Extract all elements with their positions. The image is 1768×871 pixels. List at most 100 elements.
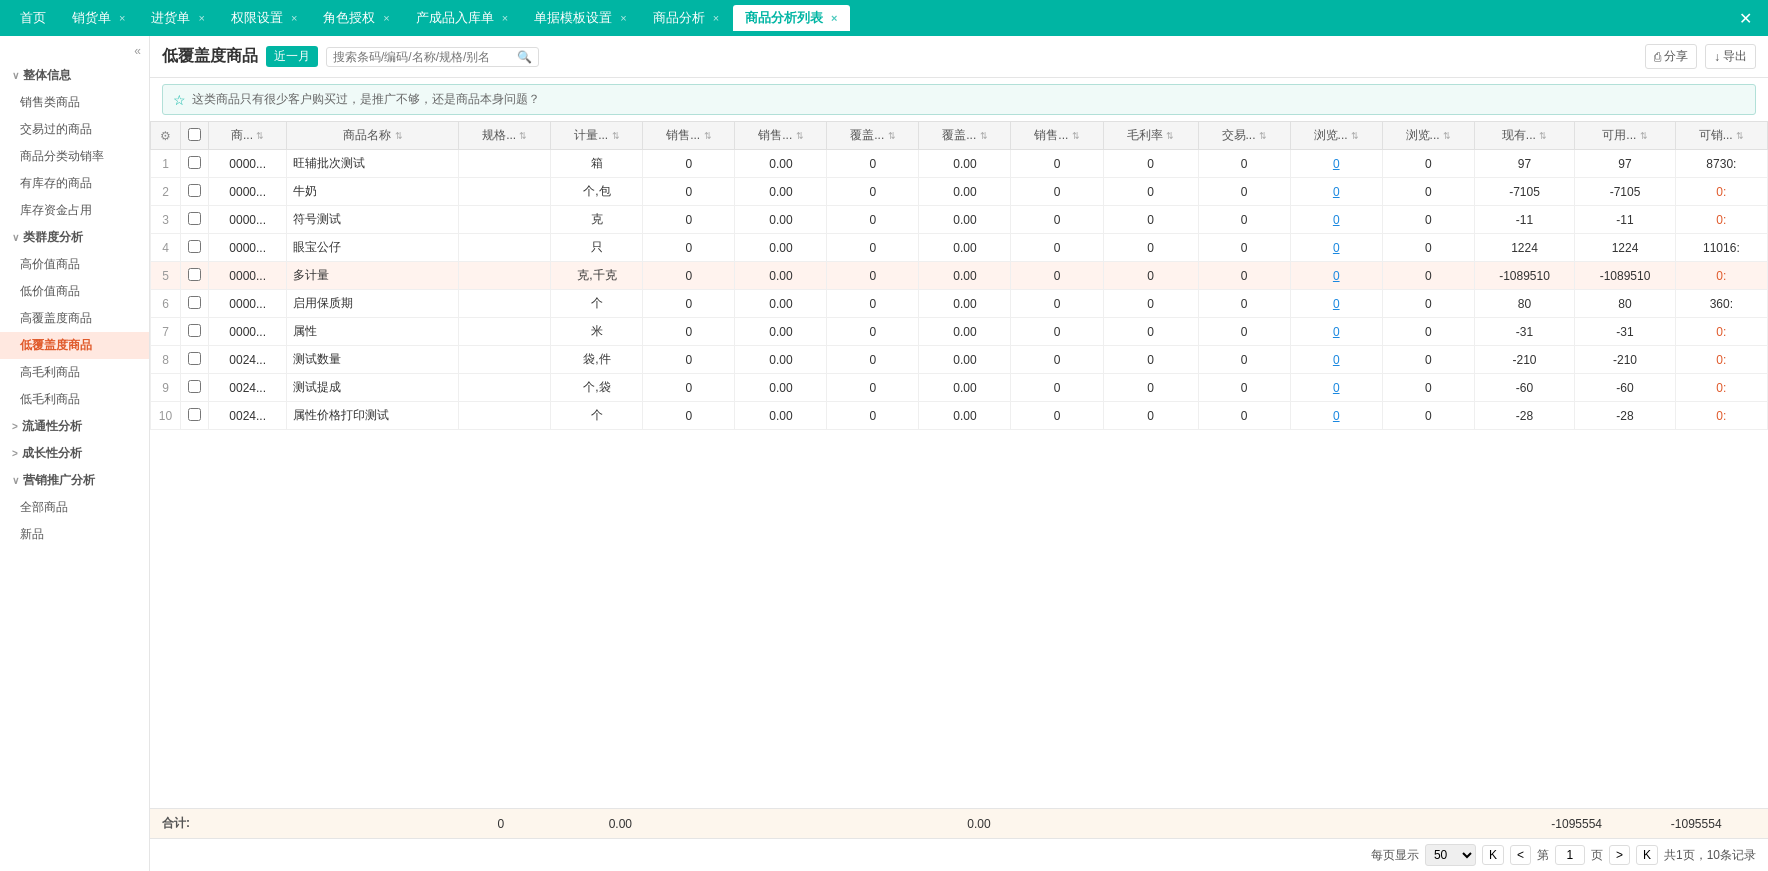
col-name[interactable]: 商品名称 ⇅ xyxy=(287,122,459,150)
close-icon[interactable]: × xyxy=(198,12,204,24)
nav-tab-analysis-list[interactable]: 商品分析列表 × xyxy=(733,5,849,31)
data-table: ⚙ 商... ⇅ 商品名称 ⇅ xyxy=(150,121,1768,430)
sidebar-item-high-value[interactable]: 高价值商品 xyxy=(0,251,149,278)
table-row: 100024...属性价格打印测试个00.0000.0000000-28-280… xyxy=(151,402,1768,430)
col-browse2[interactable]: 浏览... ⇅ xyxy=(1382,122,1474,150)
row-transaction: 0 xyxy=(1198,290,1290,318)
row-browse1[interactable]: 0 xyxy=(1290,234,1382,262)
period-button[interactable]: 近一月 xyxy=(266,46,318,67)
row-browse1[interactable]: 0 xyxy=(1290,346,1382,374)
col-transaction[interactable]: 交易... ⇅ xyxy=(1198,122,1290,150)
select-all-checkbox[interactable] xyxy=(188,128,201,141)
col-code[interactable]: 商... ⇅ xyxy=(209,122,287,150)
row-checkbox[interactable] xyxy=(188,212,201,225)
sidebar-item-stocked-goods[interactable]: 有库存的商品 xyxy=(0,170,149,197)
col-sales-amt[interactable]: 销售... ⇅ xyxy=(735,122,827,150)
sidebar-item-all-goods[interactable]: 全部商品 xyxy=(0,494,149,521)
col-saleable[interactable]: 可销... ⇅ xyxy=(1675,122,1767,150)
sidebar-item-category-rate[interactable]: 商品分类动销率 xyxy=(0,143,149,170)
export-button[interactable]: ↓ 导出 xyxy=(1705,44,1756,69)
sidebar-item-new-goods[interactable]: 新品 xyxy=(0,521,149,548)
close-icon[interactable]: × xyxy=(620,12,626,24)
sidebar-group-marketing[interactable]: ∨ 营销推广分析 xyxy=(0,467,149,494)
nav-tab-analysis[interactable]: 商品分析 × xyxy=(641,5,731,31)
row-checkbox[interactable] xyxy=(188,184,201,197)
row-checkbox[interactable] xyxy=(188,352,201,365)
row-browse1[interactable]: 0 xyxy=(1290,262,1382,290)
col-coverage2[interactable]: 覆盖... ⇅ xyxy=(919,122,1011,150)
page-number-input[interactable] xyxy=(1555,845,1585,865)
sidebar-item-high-profit[interactable]: 高毛利商品 xyxy=(0,359,149,386)
prev-page-button[interactable]: < xyxy=(1510,845,1531,865)
row-browse1[interactable]: 0 xyxy=(1290,402,1382,430)
row-browse1[interactable]: 0 xyxy=(1290,178,1382,206)
close-icon[interactable]: × xyxy=(291,12,297,24)
col-spec[interactable]: 规格... ⇅ xyxy=(459,122,551,150)
nav-tab-home[interactable]: 首页 xyxy=(8,5,58,31)
sidebar-collapse-button[interactable]: « xyxy=(0,40,149,62)
nav-tab-sales[interactable]: 销货单 × xyxy=(60,5,137,31)
col-coverage1[interactable]: 覆盖... ⇅ xyxy=(827,122,919,150)
search-input[interactable] xyxy=(333,50,513,64)
row-checkbox[interactable] xyxy=(188,240,201,253)
window-close-button[interactable]: ✕ xyxy=(1731,9,1760,28)
nav-tab-warehouse[interactable]: 产成品入库单 × xyxy=(404,5,520,31)
row-browse1[interactable]: 0 xyxy=(1290,150,1382,178)
sidebar-item-traded-goods[interactable]: 交易过的商品 xyxy=(0,116,149,143)
sidebar-item-capital[interactable]: 库存资金占用 xyxy=(0,197,149,224)
search-icon[interactable]: 🔍 xyxy=(517,50,532,64)
row-browse1[interactable]: 0 xyxy=(1290,374,1382,402)
col-sales-extra[interactable]: 销售... ⇅ xyxy=(1011,122,1103,150)
close-icon[interactable]: × xyxy=(383,12,389,24)
row-checkbox[interactable] xyxy=(188,380,201,393)
col-checkbox[interactable] xyxy=(181,122,209,150)
col-sales-qty[interactable]: 销售... ⇅ xyxy=(643,122,735,150)
row-checkbox-cell xyxy=(181,374,209,402)
sidebar-group-growth[interactable]: > 成长性分析 xyxy=(0,440,149,467)
col-unit-label: 计量... xyxy=(574,128,608,142)
sidebar-group-overall[interactable]: ∨ 整体信息 xyxy=(0,62,149,89)
content-area: 低覆盖度商品 近一月 🔍 ⎙ 分享 ↓ 导出 ☆ 这类商品只有很少客户购买过，是… xyxy=(150,36,1768,871)
close-icon[interactable]: × xyxy=(119,12,125,24)
col-browse1[interactable]: 浏览... ⇅ xyxy=(1290,122,1382,150)
sidebar-item-low-value[interactable]: 低价值商品 xyxy=(0,278,149,305)
nav-tab-perms[interactable]: 权限设置 × xyxy=(219,5,309,31)
row-browse1[interactable]: 0 xyxy=(1290,290,1382,318)
col-gross-margin[interactable]: 毛利率 ⇅ xyxy=(1103,122,1198,150)
nav-tab-purchase[interactable]: 进货单 × xyxy=(139,5,216,31)
row-checkbox[interactable] xyxy=(188,408,201,421)
close-icon[interactable]: × xyxy=(831,12,837,24)
sidebar-item-low-coverage[interactable]: 低覆盖度商品 xyxy=(0,332,149,359)
first-page-button[interactable]: K xyxy=(1482,845,1504,865)
col-available-stock[interactable]: 可用... ⇅ xyxy=(1575,122,1675,150)
row-browse1[interactable]: 0 xyxy=(1290,206,1382,234)
share-button[interactable]: ⎙ 分享 xyxy=(1645,44,1697,69)
next-page-button[interactable]: > xyxy=(1609,845,1630,865)
row-spec xyxy=(459,290,551,318)
close-icon[interactable]: × xyxy=(502,12,508,24)
col-saleable-label: 可销... xyxy=(1699,128,1733,142)
sidebar-item-high-coverage[interactable]: 高覆盖度商品 xyxy=(0,305,149,332)
close-icon[interactable]: × xyxy=(713,12,719,24)
data-table-container[interactable]: ⚙ 商... ⇅ 商品名称 ⇅ xyxy=(150,121,1768,808)
nav-tab-roles[interactable]: 角色授权 × xyxy=(311,5,401,31)
row-browse1[interactable]: 0 xyxy=(1290,318,1382,346)
row-checkbox[interactable] xyxy=(188,156,201,169)
col-settings[interactable]: ⚙ xyxy=(151,122,181,150)
row-checkbox[interactable] xyxy=(188,296,201,309)
settings-icon[interactable]: ⚙ xyxy=(160,129,171,143)
sidebar-item-low-profit[interactable]: 低毛利商品 xyxy=(0,386,149,413)
col-current-stock-label: 现有... xyxy=(1502,128,1536,142)
sidebar-item-sales-goods[interactable]: 销售类商品 xyxy=(0,89,149,116)
row-code: 0024... xyxy=(209,374,287,402)
sidebar-group-cluster[interactable]: ∨ 类群度分析 xyxy=(0,224,149,251)
row-checkbox[interactable] xyxy=(188,268,201,281)
row-checkbox[interactable] xyxy=(188,324,201,337)
sidebar-group-liquidity[interactable]: > 流通性分析 xyxy=(0,413,149,440)
nav-tab-template[interactable]: 单据模板设置 × xyxy=(522,5,638,31)
col-current-stock[interactable]: 现有... ⇅ xyxy=(1474,122,1574,150)
col-unit[interactable]: 计量... ⇅ xyxy=(551,122,643,150)
last-page-button[interactable]: K xyxy=(1636,845,1658,865)
chevron-right-icon: > xyxy=(12,448,18,459)
page-size-select[interactable]: 50 20 100 xyxy=(1425,844,1476,866)
